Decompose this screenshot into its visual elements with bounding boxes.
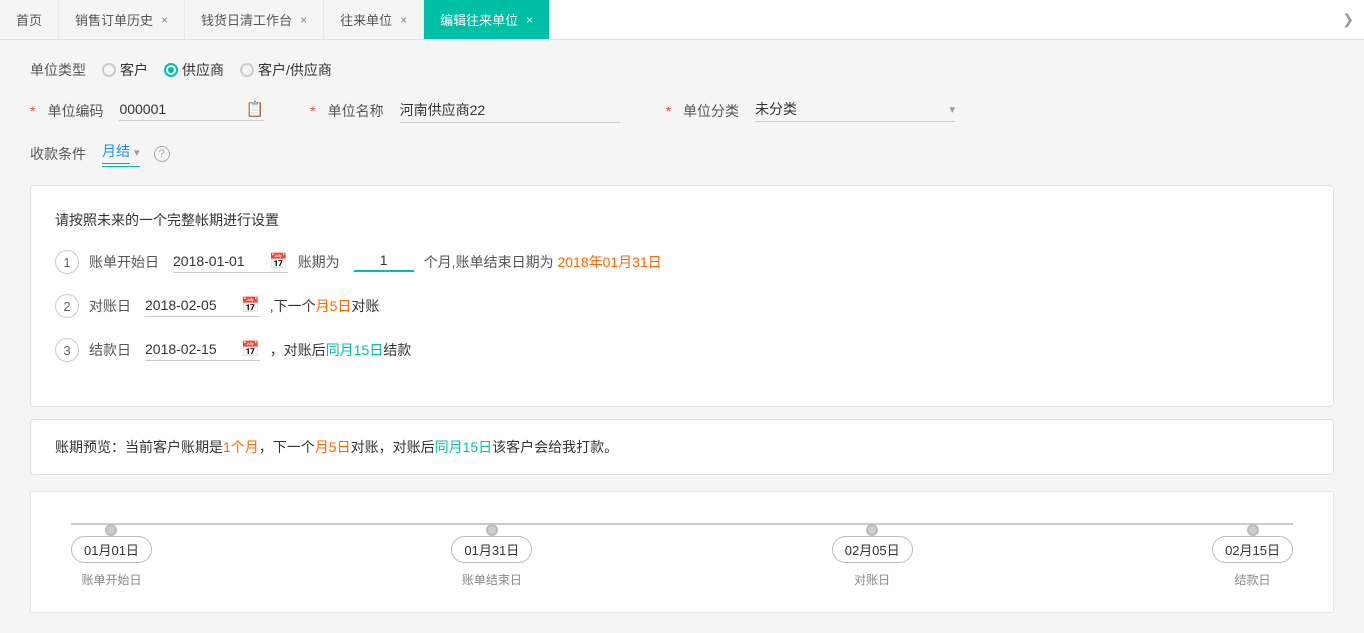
unit-category-value: 未分类 <box>755 99 945 119</box>
row-num-2: 2 <box>55 294 79 318</box>
row-num-3: 3 <box>55 338 79 362</box>
close-tab-partner[interactable]: × <box>400 13 407 27</box>
timeline-caption-0: 账单开始日 <box>81 571 141 588</box>
box-instruction: 请按照未来的一个完整帐期进行设置 <box>55 210 1309 230</box>
period-value-input[interactable] <box>354 252 414 272</box>
setting-row-3: 3 结款日 📅 ，对账后同月15日结款 <box>55 338 1309 362</box>
row1-date-input[interactable] <box>173 253 263 269</box>
unit-category-label: 单位分类 <box>683 101 739 121</box>
row1-date-field: 📅 <box>173 252 288 273</box>
unit-code-required: * <box>30 103 35 119</box>
unit-type-radio-group: 客户 供应商 客户/供应商 <box>102 60 332 80</box>
row3-calendar-icon[interactable]: 📅 <box>241 340 260 358</box>
tab-expand-button[interactable]: ❯ <box>1332 0 1364 39</box>
row2-label: 对账日 <box>89 296 131 316</box>
row1-label: 账单开始日 <box>89 252 159 272</box>
row1-end-date: 2018年01月31日 <box>557 254 661 270</box>
close-tab-edit-partner[interactable]: × <box>526 13 533 27</box>
payment-terms-dropdown[interactable]: 月结 ▾ <box>102 141 140 167</box>
help-icon[interactable]: ? <box>154 146 170 162</box>
unit-code-icon[interactable]: 📋 <box>245 100 264 118</box>
row3-date-input[interactable] <box>145 341 235 357</box>
main-content: 单位类型 客户 供应商 客户/供应商 * 单位编码 📋 * 单位名称 <box>0 40 1364 633</box>
tab-sales-history[interactable]: 销售订单历史 × <box>59 0 185 39</box>
timeline-dot-1 <box>486 524 498 536</box>
row3-desc: ，对账后同月15日结款 <box>270 340 412 360</box>
radio-customer[interactable]: 客户 <box>102 60 148 80</box>
timeline-dot-3 <box>1247 524 1259 536</box>
unit-cat-required: * <box>666 103 671 119</box>
row-num-1: 1 <box>55 250 79 274</box>
row3-highlight: 同月15日 <box>326 342 384 358</box>
timeline-caption-1: 账单结束日 <box>462 571 522 588</box>
unit-type-label: 单位类型 <box>30 60 86 80</box>
close-tab-cash-work[interactable]: × <box>300 13 307 27</box>
preview-highlight2: 月5日 <box>315 439 351 455</box>
tab-home[interactable]: 首页 <box>0 0 59 39</box>
unit-name-input[interactable] <box>400 98 620 123</box>
timeline-pill-2: 02月05日 <box>832 536 913 563</box>
radio-supplier-circle <box>164 63 178 77</box>
timeline-node-3: 02月15日 结款日 <box>1212 524 1293 588</box>
unit-code-label: 单位编码 <box>47 101 103 121</box>
row2-date-field: 📅 <box>145 296 260 317</box>
unit-category-select[interactable]: 未分类 ▾ <box>755 99 955 122</box>
timeline-dot-2 <box>866 524 878 536</box>
unit-name-required: * <box>310 103 315 119</box>
timeline-section: 01月01日 账单开始日 01月31日 账单结束日 02月05日 <box>30 491 1334 613</box>
radio-both-circle <box>240 63 254 77</box>
payment-terms-row: 收款条件 月结 ▾ ? <box>30 141 1334 167</box>
radio-customer-circle <box>102 63 116 77</box>
timeline-dot-0 <box>105 524 117 536</box>
row2-calendar-icon[interactable]: 📅 <box>241 296 260 314</box>
row3-date-field: 📅 <box>145 340 260 361</box>
row2-highlight: 月5日 <box>316 298 352 314</box>
radio-supplier-label: 供应商 <box>182 60 224 80</box>
timeline-caption-2: 对账日 <box>854 571 890 588</box>
preview-highlight1: 1个月 <box>223 439 259 455</box>
unit-category-chevron[interactable]: ▾ <box>950 103 956 116</box>
radio-both[interactable]: 客户/供应商 <box>240 60 332 80</box>
preview-text: 账期预览：当前客户账期是1个月，下一个月5日对账，对账后同月15日该客户会给我打… <box>55 436 1309 458</box>
timeline-node-2: 02月05日 对账日 <box>832 524 913 588</box>
row3-label: 结款日 <box>89 340 131 360</box>
row2-date-input[interactable] <box>145 297 235 313</box>
preview-section: 账期预览：当前客户账期是1个月，下一个月5日对账，对账后同月15日该客户会给我打… <box>30 419 1334 475</box>
timeline-node-0: 01月01日 账单开始日 <box>71 524 152 588</box>
unit-code-input[interactable] <box>119 101 239 117</box>
close-tab-sales-history[interactable]: × <box>161 13 168 27</box>
timeline-nodes: 01月01日 账单开始日 01月31日 账单结束日 02月05日 <box>71 524 1293 588</box>
payment-terms-label: 收款条件 <box>30 144 86 164</box>
timeline-caption-3: 结款日 <box>1235 571 1271 588</box>
row1-calendar-icon[interactable]: 📅 <box>269 252 288 270</box>
unit-name-label: 单位名称 <box>328 101 384 121</box>
preview-highlight3: 同月15日 <box>435 439 493 455</box>
payment-terms-chevron[interactable]: ▾ <box>134 146 140 159</box>
row2-desc: ,下一个月5日对账 <box>270 296 380 316</box>
timeline-pill-3: 02月15日 <box>1212 536 1293 563</box>
setting-row-2: 2 对账日 📅 ,下一个月5日对账 <box>55 294 1309 318</box>
timeline-node-1: 01月31日 账单结束日 <box>451 524 532 588</box>
unit-info-row: * 单位编码 📋 * 单位名称 * 单位分类 未分类 ▾ <box>30 98 1334 123</box>
unit-type-row: 单位类型 客户 供应商 客户/供应商 <box>30 60 1334 80</box>
radio-both-label: 客户/供应商 <box>258 60 332 80</box>
timeline-wrapper: 01月01日 账单开始日 01月31日 账单结束日 02月05日 <box>71 508 1293 588</box>
radio-supplier[interactable]: 供应商 <box>164 60 224 80</box>
tab-partner[interactable]: 往来单位 × <box>324 0 424 39</box>
timeline-pill-0: 01月01日 <box>71 536 152 563</box>
tab-bar: 首页 销售订单历史 × 钱货日清工作台 × 往来单位 × 编辑往来单位 × ❯ <box>0 0 1364 40</box>
period-suffix: 个月,账单结束日期为 2018年01月31日 <box>424 252 662 272</box>
radio-customer-label: 客户 <box>120 60 148 80</box>
setting-row-1: 1 账单开始日 📅 账期为 个月,账单结束日期为 2018年01月31日 <box>55 250 1309 274</box>
unit-code-field: 📋 <box>119 100 264 121</box>
settings-box: 请按照未来的一个完整帐期进行设置 1 账单开始日 📅 账期为 个月,账单结束日期… <box>30 185 1334 407</box>
timeline-pill-1: 01月31日 <box>451 536 532 563</box>
tab-edit-partner[interactable]: 编辑往来单位 × <box>424 0 550 39</box>
period-prefix: 账期为 <box>298 252 340 272</box>
tab-cash-work[interactable]: 钱货日清工作台 × <box>185 0 324 39</box>
payment-terms-value: 月结 <box>102 141 130 164</box>
